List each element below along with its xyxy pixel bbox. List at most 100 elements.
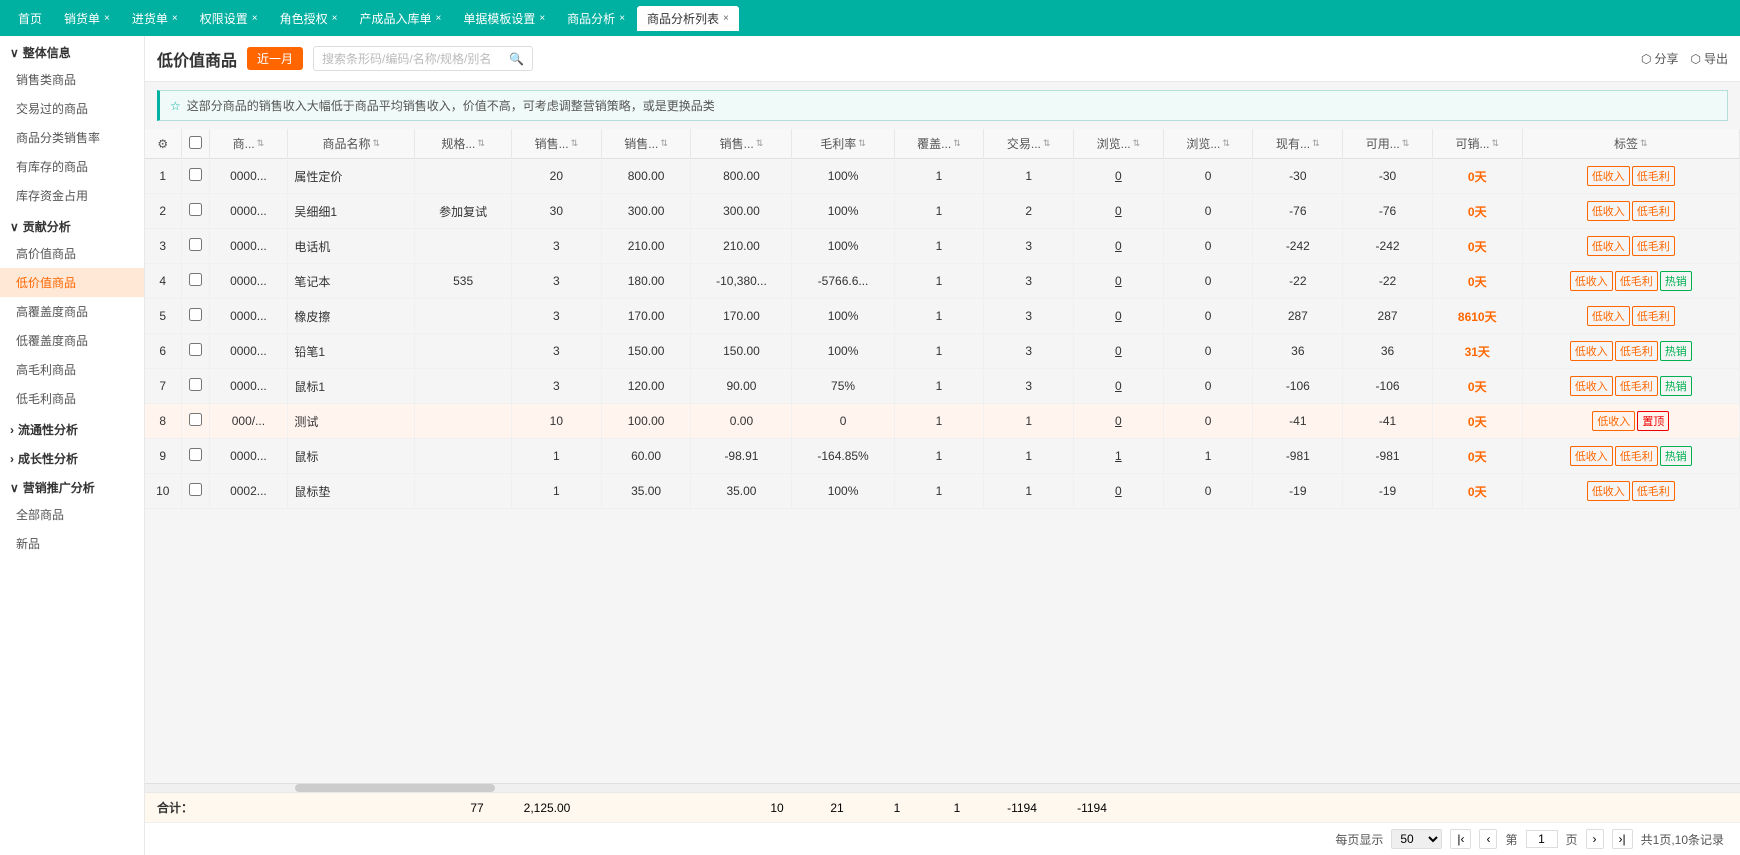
cell-checkbox[interactable] (181, 369, 209, 404)
sidebar-section-contribution[interactable]: ∨ 贡献分析 (0, 210, 144, 239)
browse1-link[interactable]: 0 (1115, 309, 1122, 323)
cell-checkbox[interactable] (181, 194, 209, 229)
close-role-auth[interactable]: × (332, 13, 338, 24)
close-product-analysis[interactable]: × (619, 13, 625, 24)
close-product-analysis-list[interactable]: × (723, 13, 729, 24)
th-current-stock[interactable]: 现有...⇅ (1253, 129, 1343, 159)
browse1-link[interactable]: 0 (1115, 414, 1122, 428)
search-icon[interactable]: 🔍 (509, 52, 524, 66)
sidebar-item-low-margin[interactable]: 低毛利商品 (0, 384, 144, 413)
sidebar-section-growth[interactable]: › 成长性分析 (0, 442, 144, 471)
th-code[interactable]: 商...⇅ (209, 129, 288, 159)
nav-role-auth[interactable]: 角色授权 × (270, 6, 348, 31)
export-button[interactable]: ⬡ 导出 (1691, 50, 1729, 67)
sidebar-item-stock-goods[interactable]: 有库存的商品 (0, 152, 144, 181)
close-sales-order[interactable]: × (104, 13, 110, 24)
sidebar-item-category-sales-rate[interactable]: 商品分类销售率 (0, 123, 144, 152)
sidebar-item-stock-capital[interactable]: 库存资金占用 (0, 181, 144, 210)
cell-browse1[interactable]: 0 (1074, 229, 1164, 264)
th-spec[interactable]: 规格...⇅ (415, 129, 512, 159)
th-name[interactable]: 商品名称⇅ (288, 129, 415, 159)
sidebar-section-circulation[interactable]: › 流通性分析 (0, 413, 144, 442)
sidebar-item-traded-goods[interactable]: 交易过的商品 (0, 94, 144, 123)
cell-checkbox[interactable] (181, 474, 209, 509)
th-gross-rate[interactable]: 毛利率⇅ (792, 129, 894, 159)
th-sellable[interactable]: 可销...⇅ (1432, 129, 1522, 159)
nav-product-analysis-list[interactable]: 商品分析列表 × (637, 6, 739, 31)
browse1-link[interactable]: 0 (1115, 239, 1122, 253)
last-page-button[interactable]: ›| (1612, 829, 1633, 849)
th-checkbox[interactable] (181, 129, 209, 159)
nav-purchase-order[interactable]: 进货单 × (122, 6, 188, 31)
browse1-link[interactable]: 0 (1115, 344, 1122, 358)
row-checkbox[interactable] (189, 448, 202, 461)
close-template-settings[interactable]: × (539, 13, 545, 24)
filter-recent-month-button[interactable]: 近一月 (247, 47, 303, 70)
th-sales-qty[interactable]: 销售...⇅ (512, 129, 602, 159)
row-checkbox[interactable] (189, 273, 202, 286)
th-sales-x[interactable]: 销售...⇅ (691, 129, 792, 159)
th-sales-amount[interactable]: 销售...⇅ (601, 129, 691, 159)
nav-finished-goods[interactable]: 产成品入库单 × (349, 6, 451, 31)
close-permission-settings[interactable]: × (252, 13, 258, 24)
browse1-link[interactable]: 0 (1115, 484, 1122, 498)
cell-browse1[interactable]: 0 (1074, 299, 1164, 334)
share-button[interactable]: ⬡ 分享 (1641, 50, 1679, 67)
th-browse2[interactable]: 浏览...⇅ (1163, 129, 1253, 159)
page-number-input[interactable] (1526, 830, 1558, 848)
th-settings[interactable]: ⚙ (145, 129, 181, 159)
first-page-button[interactable]: |‹ (1450, 829, 1471, 849)
row-checkbox[interactable] (189, 168, 202, 181)
cell-checkbox[interactable] (181, 334, 209, 369)
sidebar-section-overall[interactable]: ∨ 整体信息 (0, 36, 144, 65)
cell-checkbox[interactable] (181, 439, 209, 474)
th-coverage[interactable]: 覆盖...⇅ (894, 129, 984, 159)
sidebar-item-high-margin[interactable]: 高毛利商品 (0, 355, 144, 384)
th-available[interactable]: 可用...⇅ (1343, 129, 1433, 159)
browse1-link[interactable]: 1 (1115, 449, 1122, 463)
cell-browse1[interactable]: 0 (1074, 334, 1164, 369)
nav-template-settings[interactable]: 单据模板设置 × (453, 6, 555, 31)
row-checkbox[interactable] (189, 203, 202, 216)
browse1-link[interactable]: 0 (1115, 169, 1122, 183)
cell-browse1[interactable]: 0 (1074, 194, 1164, 229)
prev-page-button[interactable]: ‹ (1479, 829, 1497, 849)
row-checkbox[interactable] (189, 483, 202, 496)
browse1-link[interactable]: 0 (1115, 379, 1122, 393)
cell-checkbox[interactable] (181, 404, 209, 439)
nav-sales-order[interactable]: 销货单 × (54, 6, 120, 31)
cell-browse1[interactable]: 0 (1074, 404, 1164, 439)
cell-browse1[interactable]: 1 (1074, 439, 1164, 474)
cell-browse1[interactable]: 0 (1074, 264, 1164, 299)
cell-checkbox[interactable] (181, 299, 209, 334)
next-page-button[interactable]: › (1586, 829, 1604, 849)
close-finished-goods[interactable]: × (435, 13, 441, 24)
sidebar-item-sales-goods[interactable]: 销售类商品 (0, 65, 144, 94)
browse1-link[interactable]: 0 (1115, 204, 1122, 218)
sidebar-section-marketing[interactable]: ∨ 营销推广分析 (0, 471, 144, 500)
close-purchase-order[interactable]: × (172, 13, 178, 24)
cell-browse1[interactable]: 0 (1074, 474, 1164, 509)
sidebar-item-all-goods[interactable]: 全部商品 (0, 500, 144, 529)
page-size-select[interactable]: 50 100 (1391, 829, 1442, 849)
row-checkbox[interactable] (189, 413, 202, 426)
browse1-link[interactable]: 0 (1115, 274, 1122, 288)
sidebar-item-high-value[interactable]: 高价值商品 (0, 239, 144, 268)
sidebar-item-new-goods[interactable]: 新品 (0, 529, 144, 558)
row-checkbox[interactable] (189, 308, 202, 321)
select-all-checkbox[interactable] (189, 136, 202, 149)
th-tags[interactable]: 标签⇅ (1522, 129, 1739, 159)
th-browse1[interactable]: 浏览...⇅ (1074, 129, 1164, 159)
cell-checkbox[interactable] (181, 159, 209, 194)
th-trade[interactable]: 交易...⇅ (984, 129, 1074, 159)
sidebar-item-low-coverage[interactable]: 低覆盖度商品 (0, 326, 144, 355)
cell-checkbox[interactable] (181, 264, 209, 299)
search-box[interactable]: 搜索条形码/编码/名称/规格/别名 🔍 (313, 46, 533, 71)
cell-browse1[interactable]: 0 (1074, 159, 1164, 194)
nav-product-analysis[interactable]: 商品分析 × (557, 6, 635, 31)
cell-checkbox[interactable] (181, 229, 209, 264)
row-checkbox[interactable] (189, 343, 202, 356)
row-checkbox[interactable] (189, 378, 202, 391)
nav-permission-settings[interactable]: 权限设置 × (190, 6, 268, 31)
cell-browse1[interactable]: 0 (1074, 369, 1164, 404)
